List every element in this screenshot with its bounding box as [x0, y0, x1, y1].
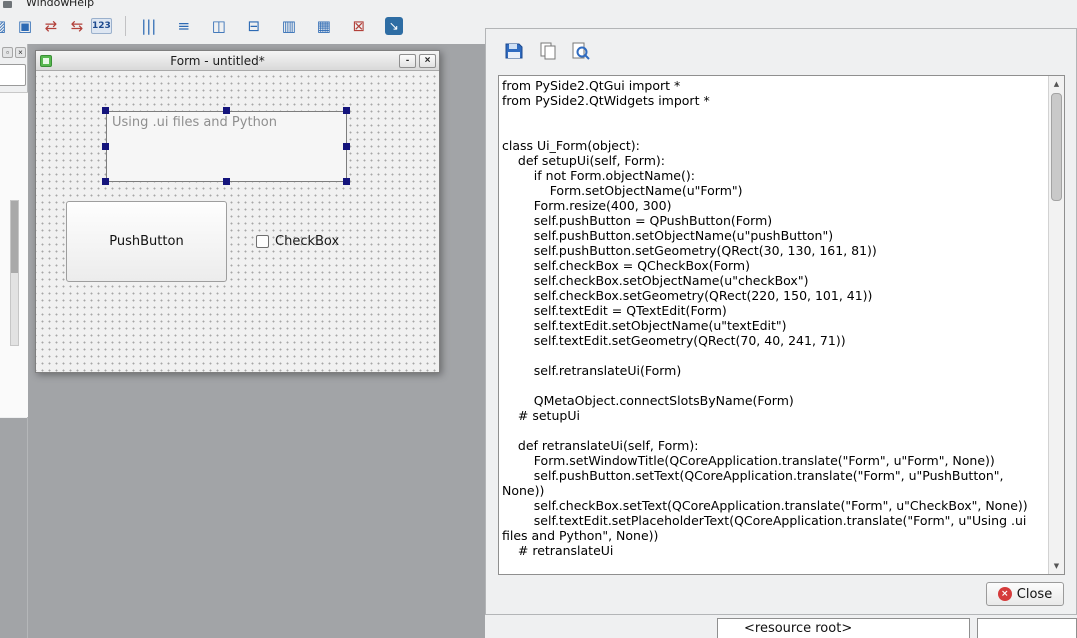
edit-widgets-icon[interactable]: ▣: [13, 13, 37, 39]
selection-handle[interactable]: [223, 107, 230, 114]
textedit-widget[interactable]: Using .ui files and Python: [106, 111, 347, 182]
selection-handle[interactable]: [102, 143, 109, 150]
checkbox-widget[interactable]: CheckBox: [256, 221, 357, 262]
selection-handle[interactable]: [343, 107, 350, 114]
find-icon: [570, 41, 590, 61]
form-minimize-button[interactable]: -: [399, 54, 416, 68]
widget-tool-icon[interactable]: ▨: [0, 13, 11, 39]
code-scrollbar-thumb[interactable]: [1051, 93, 1062, 201]
form-editor-window: Form - untitled* - × Using .ui files and…: [35, 50, 440, 373]
layout-vertical-icon[interactable]: ≡: [172, 13, 196, 39]
form-window-icon: [40, 55, 52, 67]
find-button[interactable]: [566, 37, 594, 65]
menu-window[interactable]: Window: [26, 0, 69, 9]
widget-filter-input[interactable]: [0, 64, 26, 86]
edit-tab-order-icon[interactable]: 123: [91, 18, 112, 34]
app-menu-icon: [3, 1, 12, 8]
save-button[interactable]: [500, 37, 528, 65]
scroll-up-arrow[interactable]: ▲: [1049, 77, 1064, 91]
code-text: from PySide2.QtGui import * from PySide2…: [499, 76, 1048, 574]
close-button-label: Close: [1017, 587, 1052, 602]
close-circle-icon: ×: [998, 587, 1012, 601]
selection-handle[interactable]: [343, 178, 350, 185]
qt-designer-window: Window Help ▨ ▣ ⇄ ⇆ 123 ||| ≡ ◫ ⊟ ▥ ▦ ⊠ …: [0, 0, 1077, 638]
dialog-close-button[interactable]: × Close: [986, 582, 1064, 606]
code-scrollbar[interactable]: ▲ ▼: [1048, 76, 1064, 574]
dock-float-button[interactable]: ▫: [2, 47, 13, 58]
widget-box-scrollbar[interactable]: [10, 200, 19, 346]
resource-view-fragment: [977, 618, 1077, 638]
form-close-button[interactable]: ×: [419, 54, 436, 68]
selection-handle[interactable]: [102, 178, 109, 185]
adjust-size-icon[interactable]: ↘: [385, 17, 403, 35]
break-layout-icon[interactable]: ⊠: [347, 13, 371, 39]
toolbar-separator: [125, 16, 126, 36]
widget-box-scrollbar-thumb[interactable]: [11, 201, 18, 273]
layout-horizontal-splitter-icon[interactable]: ◫: [207, 13, 231, 39]
layout-grid-icon[interactable]: ▦: [312, 13, 336, 39]
dock-bottom-area: [0, 418, 27, 638]
code-preview-dialog: from PySide2.QtGui import * from PySide2…: [485, 28, 1077, 615]
scroll-down-arrow[interactable]: ▼: [1049, 559, 1064, 573]
textedit-placeholder: Using .ui files and Python: [107, 112, 346, 133]
checkbox-label: CheckBox: [275, 234, 339, 249]
layout-horizontal-icon[interactable]: |||: [137, 13, 161, 39]
mdi-area: Form - untitled* - × Using .ui files and…: [28, 44, 485, 638]
code-view[interactable]: from PySide2.QtGui import * from PySide2…: [498, 75, 1065, 575]
selection-handle[interactable]: [223, 178, 230, 185]
form-window-titlebar[interactable]: Form - untitled* - ×: [36, 51, 439, 71]
form-canvas[interactable]: Using .ui files and Python PushButton Ch…: [36, 71, 439, 372]
resource-root-item[interactable]: <resource root>: [744, 621, 852, 636]
copy-icon: [538, 41, 558, 61]
dock-close-button[interactable]: ×: [15, 47, 26, 58]
edit-signals-slots-icon[interactable]: ⇄: [39, 13, 63, 39]
widget-box-panel: ▫ ×: [0, 44, 28, 638]
copy-button[interactable]: [534, 37, 562, 65]
selection-handle[interactable]: [343, 143, 350, 150]
layout-form-icon[interactable]: ▥: [277, 13, 301, 39]
save-icon: [504, 41, 524, 61]
menubar: Window Help: [0, 0, 1077, 9]
edit-buddies-icon[interactable]: ⇆: [65, 13, 89, 39]
pushbutton-widget[interactable]: PushButton: [66, 201, 227, 282]
selection-handle[interactable]: [102, 107, 109, 114]
checkbox-indicator[interactable]: [256, 235, 269, 248]
resource-browser-fragment[interactable]: <resource root>: [717, 618, 970, 638]
layout-vertical-splitter-icon[interactable]: ⊟: [242, 13, 266, 39]
form-window-title: Form - untitled*: [36, 54, 399, 68]
menu-help[interactable]: Help: [69, 0, 94, 9]
